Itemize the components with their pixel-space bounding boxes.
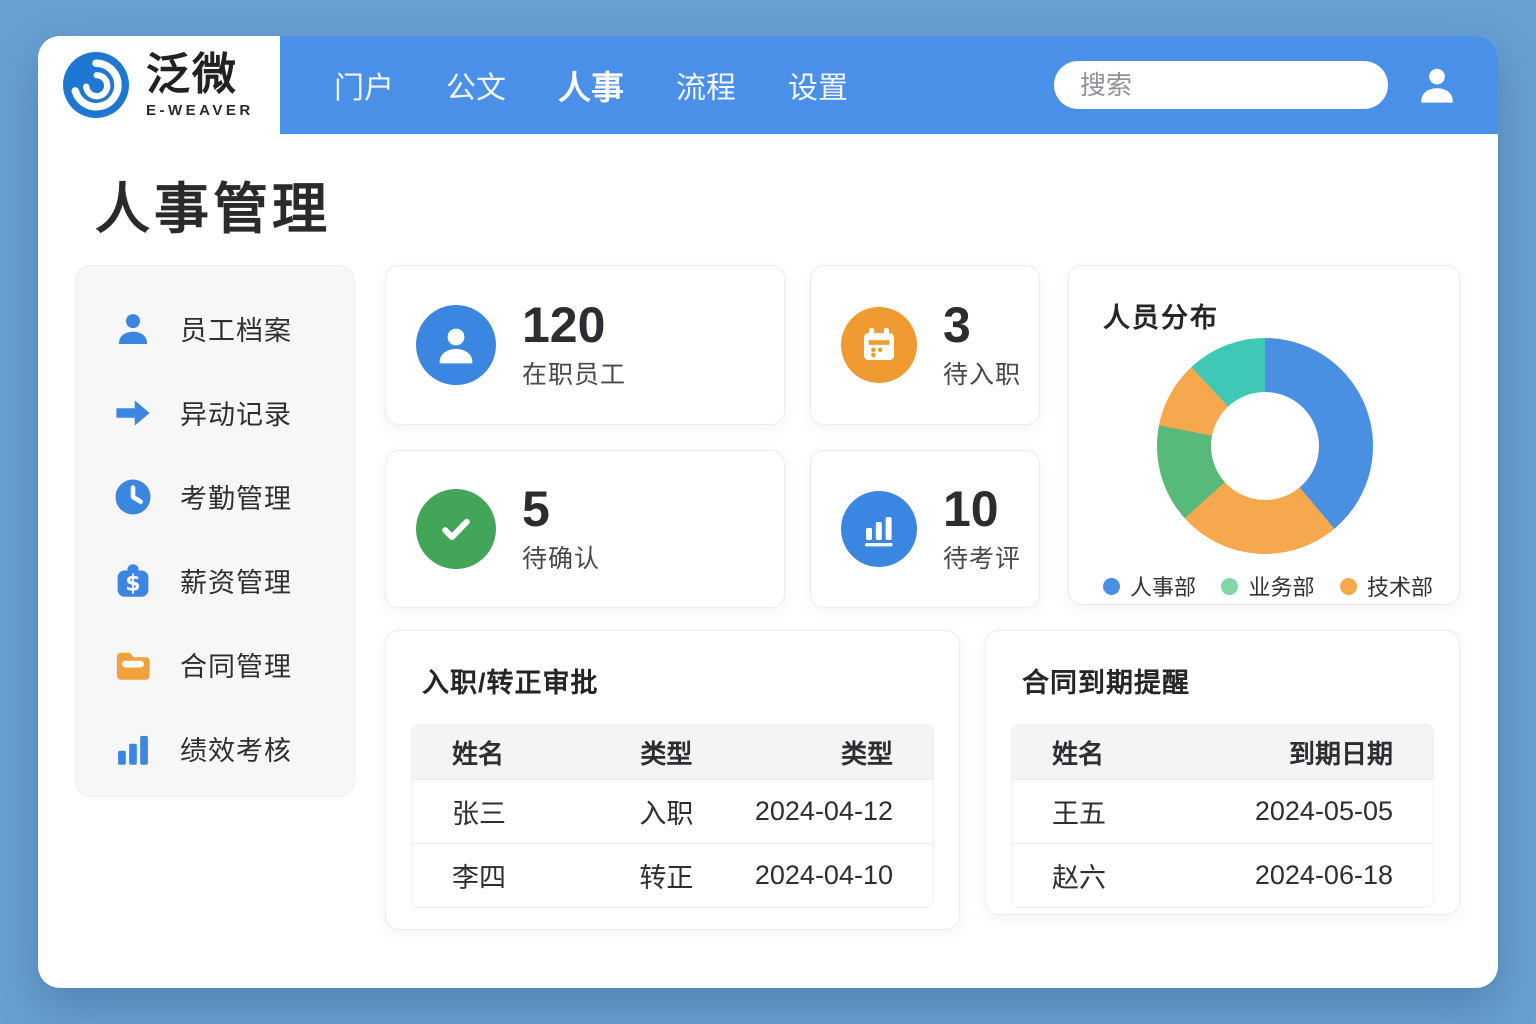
stat-value: 5 xyxy=(522,480,550,537)
top-navbar: 泛微 E-WEAVER 门户 公文 人事 流程 设置 xyxy=(38,36,1498,134)
legend-item-tech[interactable]: 技术部 xyxy=(1339,570,1433,602)
svg-text:$: $ xyxy=(125,571,140,596)
stat-card-pending-confirmation[interactable]: 5 待确认 xyxy=(385,450,785,608)
search-input[interactable] xyxy=(1054,61,1388,109)
sidebar-item-label: 异动记录 xyxy=(180,400,292,430)
table-header-row: 姓名 类型 类型 xyxy=(412,725,933,779)
legend-dot xyxy=(1103,577,1120,595)
bar-chart-icon xyxy=(841,491,917,567)
donut-hole xyxy=(1211,392,1319,500)
page-title: 人事管理 xyxy=(95,178,332,240)
calendar-icon xyxy=(841,307,917,383)
stat-value: 10 xyxy=(943,480,999,537)
column-header: 姓名 xyxy=(452,738,505,769)
sidebar-item-label: 合同管理 xyxy=(180,652,292,682)
cell-type: 转正 xyxy=(639,863,694,893)
nav-item-documents[interactable]: 公文 xyxy=(446,63,506,107)
sidebar-item-label: 考勤管理 xyxy=(180,484,292,514)
stat-card-active-employees[interactable]: 120 在职员工 xyxy=(385,265,785,425)
user-icon xyxy=(119,313,147,344)
user-icon xyxy=(416,305,496,385)
stat-text: 5 待确认 xyxy=(522,483,600,576)
nav-item-settings[interactable]: 设置 xyxy=(788,63,848,107)
cell-name: 李四 xyxy=(452,863,506,893)
swirl-logo-icon xyxy=(63,52,129,118)
brand-text: 泛微 E-WEAVER xyxy=(146,49,254,119)
main-nav: 门户 公文 人事 流程 设置 xyxy=(280,61,848,109)
stat-card-pending-review[interactable]: 10 待考评 xyxy=(810,450,1040,608)
legend-label: 人事部 xyxy=(1130,575,1197,600)
legend-label: 业务部 xyxy=(1248,575,1315,600)
cell-name: 王五 xyxy=(1052,799,1106,829)
sidebar-item-label: 员工档案 xyxy=(180,316,292,346)
sidebar-item-payroll[interactable]: $ 薪资管理 xyxy=(112,554,354,607)
sidebar-item-label: 薪资管理 xyxy=(180,568,292,598)
navbar-right xyxy=(1054,61,1498,109)
sidebar-item-contracts[interactable]: 合同管理 xyxy=(112,638,354,691)
cell-date: 2024-06-18 xyxy=(1254,860,1393,890)
stat-card-pending-onboarding[interactable]: 3 待入职 xyxy=(810,265,1040,425)
sidebar-menu: 员工档案 异动记录 考勤管理 $ 薪资管理 合同管理 绩效考核 xyxy=(75,265,355,797)
stat-text: 3 待入职 xyxy=(943,299,1021,392)
nav-item-hr[interactable]: 人事 xyxy=(558,61,624,109)
legend-item-business[interactable]: 业务部 xyxy=(1221,570,1315,602)
chart-legend: 人事部 业务部 技术部 xyxy=(1103,570,1433,602)
bar-chart-icon xyxy=(118,735,148,765)
app-window: 泛微 E-WEAVER 门户 公文 人事 流程 设置 人事管理 xyxy=(38,36,1498,988)
arrow-right-icon xyxy=(116,399,150,426)
table-row[interactable]: 张三 入职 2024-04-12 xyxy=(412,779,933,843)
column-header: 类型 xyxy=(640,738,693,769)
contract-table: 姓名 到期日期 王五 2024-05-05 赵六 2024-06-18 xyxy=(1011,724,1434,908)
stat-label: 待考评 xyxy=(943,545,1022,574)
brand-subtitle: E-WEAVER xyxy=(146,101,254,119)
cell-name: 张三 xyxy=(452,799,506,829)
cell-name: 赵六 xyxy=(1052,863,1106,893)
sidebar-item-attendance[interactable]: 考勤管理 xyxy=(112,470,354,523)
sidebar-item-employee-files[interactable]: 员工档案 xyxy=(112,302,354,355)
stat-text: 120 在职员工 xyxy=(522,299,626,392)
clock-icon xyxy=(115,479,151,514)
table-title: 合同到期提醒 xyxy=(1022,668,1190,698)
cell-date: 2024-04-10 xyxy=(754,860,893,890)
stat-value: 3 xyxy=(943,296,971,353)
legend-item-hr[interactable]: 人事部 xyxy=(1103,570,1196,602)
nav-item-workflow[interactable]: 流程 xyxy=(676,63,736,107)
stat-text: 10 待考评 xyxy=(943,483,1021,576)
cell-type: 入职 xyxy=(639,799,694,829)
stat-label: 待入职 xyxy=(943,361,1022,390)
sidebar-item-transfer-records[interactable]: 异动记录 xyxy=(112,386,354,439)
donut-chart[interactable] xyxy=(1157,338,1373,554)
check-icon xyxy=(416,489,496,569)
user-avatar-icon[interactable] xyxy=(1414,62,1460,108)
stat-value: 120 xyxy=(522,296,606,353)
personnel-distribution-card: 人员分布 人事部 业务部 技术部 xyxy=(1068,265,1460,605)
column-header: 姓名 xyxy=(1052,738,1105,769)
stat-label: 在职员工 xyxy=(522,361,627,390)
sidebar-item-label: 绩效考核 xyxy=(180,736,292,766)
money-icon: $ xyxy=(117,563,149,597)
stat-label: 待确认 xyxy=(522,545,601,574)
contract-expiry-card: 合同到期提醒 姓名 到期日期 王五 2024-05-05 赵六 2024-06-… xyxy=(985,630,1460,915)
nav-item-portal[interactable]: 门户 xyxy=(334,63,394,107)
table-row[interactable]: 王五 2024-05-05 xyxy=(1012,779,1433,843)
approval-table: 姓名 类型 类型 张三 入职 2024-04-12 李四 转正 2024-04-… xyxy=(411,724,934,908)
table-row[interactable]: 李四 转正 2024-04-10 xyxy=(412,843,933,907)
cell-date: 2024-04-12 xyxy=(754,796,893,826)
cell-date: 2024-05-05 xyxy=(1254,796,1393,826)
column-header: 类型 xyxy=(840,738,893,769)
table-header-row: 姓名 到期日期 xyxy=(1012,725,1433,779)
legend-dot xyxy=(1221,577,1239,595)
table-row[interactable]: 赵六 2024-06-18 xyxy=(1012,843,1433,907)
table-title: 入职/转正审批 xyxy=(422,668,599,698)
folder-icon xyxy=(116,652,150,680)
brand-logo[interactable]: 泛微 E-WEAVER xyxy=(38,36,280,134)
sidebar-item-performance[interactable]: 绩效考核 xyxy=(112,722,354,775)
legend-label: 技术部 xyxy=(1366,575,1433,600)
column-header: 到期日期 xyxy=(1288,738,1393,769)
legend-dot xyxy=(1339,577,1357,595)
chart-title: 人员分布 xyxy=(1103,303,1219,333)
onboarding-approval-card: 入职/转正审批 姓名 类型 类型 张三 入职 2024-04-12 李四 转正 … xyxy=(385,630,960,930)
brand-name: 泛微 xyxy=(146,49,238,99)
